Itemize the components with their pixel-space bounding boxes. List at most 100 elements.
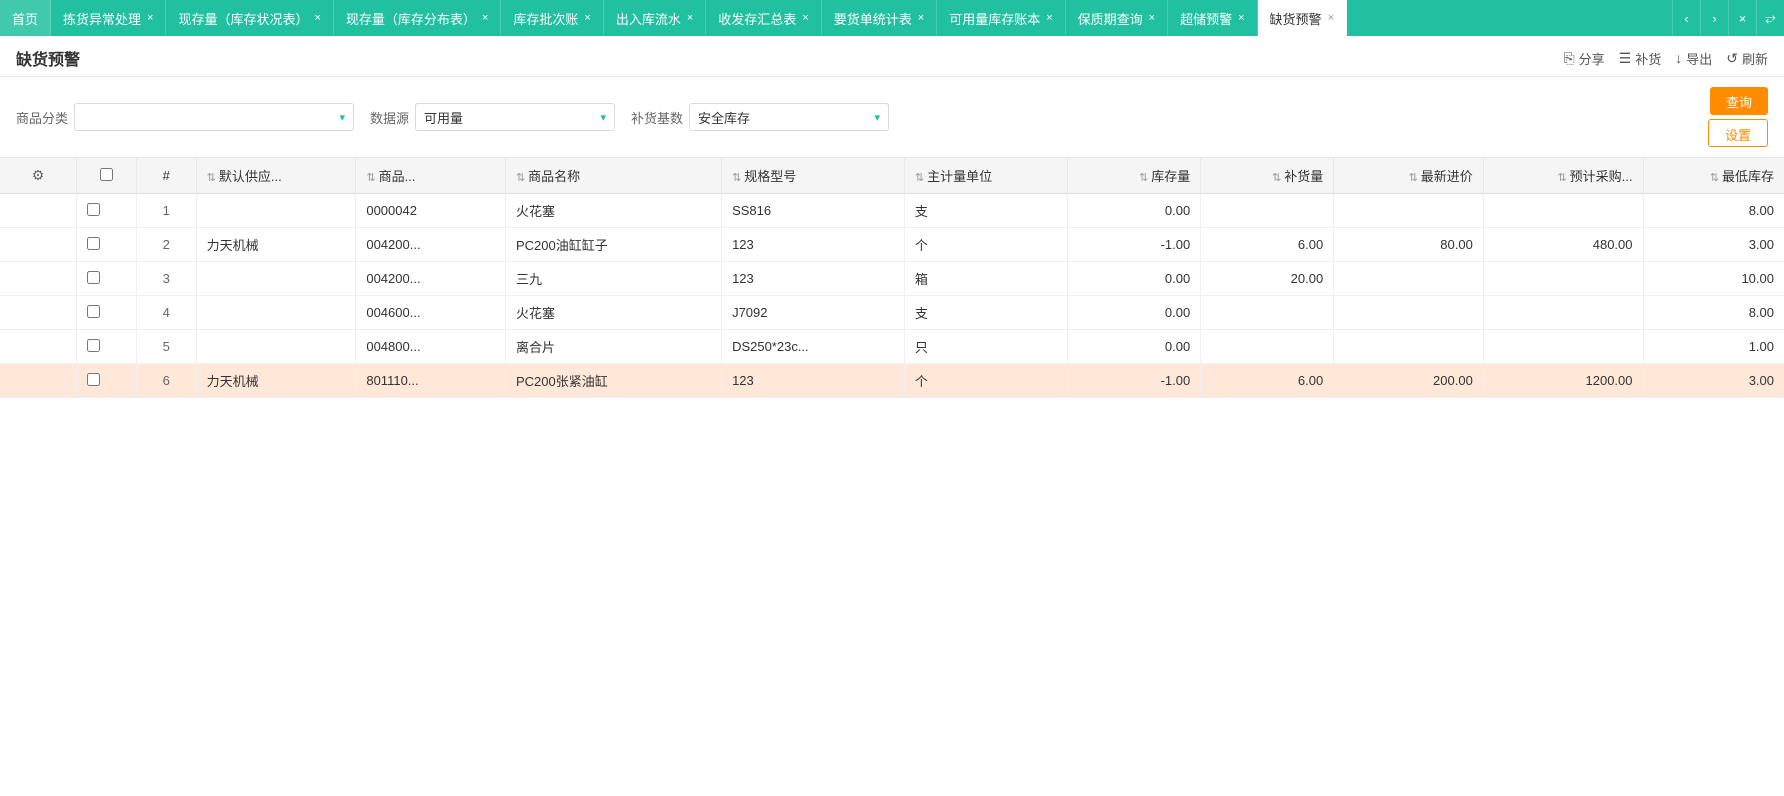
row-checkbox-5[interactable] — [87, 373, 100, 386]
tab-close-7[interactable]: × — [918, 12, 924, 24]
tab-nav-prev[interactable]: ‹ — [1672, 0, 1700, 36]
datasource-filter-group: 数据源 可用量 ▾ — [370, 103, 615, 131]
cell-stock: -1.00 — [1068, 364, 1201, 398]
cell-name: PC200油缸缸子 — [505, 228, 721, 262]
th-estimated-purchase[interactable]: 预计采购... — [1483, 158, 1643, 194]
tab-item-11[interactable]: 缺货预警 × — [1258, 0, 1347, 36]
cell-code: 004200... — [356, 262, 506, 296]
row-checkbox-0[interactable] — [87, 203, 100, 216]
cell-stock: 0.00 — [1068, 296, 1201, 330]
replenish-basis-select[interactable]: 安全库存 ▾ — [689, 103, 889, 131]
replenish-action[interactable]: ☰ 补货 — [1619, 49, 1662, 68]
page-title: 缺货预警 — [16, 46, 80, 70]
th-unit[interactable]: 主计量单位 — [904, 158, 1067, 194]
tab-item-2[interactable]: 现存量（库存状况表）× — [166, 0, 333, 36]
cell-latest-price — [1334, 296, 1484, 330]
tab-close-4[interactable]: × — [584, 12, 590, 24]
tab-item-8[interactable]: 可用量库存账本× — [937, 0, 1065, 36]
replenish-basis-value: 安全库存 — [698, 108, 750, 127]
tab-item-6[interactable]: 收发存汇总表× — [706, 0, 821, 36]
cell-unit: 个 — [904, 364, 1067, 398]
cell-action — [0, 364, 76, 398]
tab-item-0[interactable]: 首页 — [0, 0, 51, 36]
tab-close-9[interactable]: × — [1149, 12, 1155, 24]
tab-close-1[interactable]: × — [147, 12, 153, 24]
cell-num: 6 — [136, 364, 196, 398]
cell-min-stock: 1.00 — [1643, 330, 1784, 364]
cell-code: 004600... — [356, 296, 506, 330]
tab-close-2[interactable]: × — [314, 12, 320, 24]
cell-checkbox — [76, 194, 136, 228]
cell-latest-price: 200.00 — [1334, 364, 1484, 398]
filter-actions: 查询 设置 — [1708, 87, 1768, 147]
gear-icon[interactable]: ⚙ — [32, 167, 45, 183]
tab-item-3[interactable]: 现存量（库存分布表） × — [334, 0, 501, 36]
cell-min-stock: 3.00 — [1643, 228, 1784, 262]
th-gear[interactable]: ⚙ — [0, 158, 76, 194]
th-code[interactable]: 商品... — [356, 158, 506, 194]
export-action[interactable]: ↓ 导出 — [1675, 49, 1712, 68]
th-min-stock[interactable]: 最低库存 — [1643, 158, 1784, 194]
cell-code: 801110... — [356, 364, 506, 398]
cell-supplier: 力天机械 — [196, 364, 356, 398]
main-content: 缺货预警 ⎘ 分享 ☰ 补货 ↓ 导出 ↺ 刷新 商品分类 — [0, 36, 1784, 796]
row-checkbox-3[interactable] — [87, 305, 100, 318]
row-checkbox-1[interactable] — [87, 237, 100, 250]
cell-supplier — [196, 330, 356, 364]
th-supplier[interactable]: 默认供应... — [196, 158, 356, 194]
tab-close-11[interactable]: × — [1328, 12, 1334, 24]
tab-item-7[interactable]: 要货单统计表× — [822, 0, 937, 36]
cell-num: 1 — [136, 194, 196, 228]
tab-item-1[interactable]: 拣货异常处理× — [51, 0, 166, 36]
category-filter-group: 商品分类 ▾ — [16, 103, 354, 131]
tab-close-5[interactable]: × — [687, 12, 693, 24]
cell-num: 3 — [136, 262, 196, 296]
cell-stock: 0.00 — [1068, 330, 1201, 364]
tab-item-10[interactable]: 超储预警× — [1168, 0, 1257, 36]
refresh-icon: ↺ — [1726, 50, 1738, 67]
row-checkbox-2[interactable] — [87, 271, 100, 284]
tab-close-8[interactable]: × — [1046, 12, 1052, 24]
query-button[interactable]: 查询 — [1710, 87, 1768, 115]
cell-replenish: 6.00 — [1201, 364, 1334, 398]
tab-label-11: 缺货预警 — [1270, 9, 1322, 28]
cell-spec: J7092 — [722, 296, 905, 330]
category-select[interactable]: ▾ — [74, 103, 354, 131]
datasource-label: 数据源 — [370, 108, 409, 127]
tab-nav-next[interactable]: › — [1700, 0, 1728, 36]
tab-item-9[interactable]: 保质期查询× — [1066, 0, 1168, 36]
tab-item-5[interactable]: 出入库流水× — [604, 0, 706, 36]
tab-close-10[interactable]: × — [1238, 12, 1244, 24]
table-header-row: ⚙ # 默认供应... 商品... 商品名称 规格型号 主计量单位 库存量 补货… — [0, 158, 1784, 194]
cell-spec: 123 — [722, 228, 905, 262]
filter-bar: 商品分类 ▾ 数据源 可用量 ▾ 补货基数 安全库存 ▾ 查询 设置 — [0, 77, 1784, 158]
select-all-checkbox[interactable] — [100, 168, 113, 181]
tab-close-6[interactable]: × — [802, 12, 808, 24]
th-name[interactable]: 商品名称 — [505, 158, 721, 194]
cell-supplier — [196, 194, 356, 228]
tab-nav-fullscreen[interactable]: ⥂ — [1756, 0, 1784, 36]
cell-min-stock: 3.00 — [1643, 364, 1784, 398]
tab-item-4[interactable]: 库存批次账× — [501, 0, 603, 36]
cell-min-stock: 10.00 — [1643, 262, 1784, 296]
th-stock[interactable]: 库存量 — [1068, 158, 1201, 194]
category-chevron: ▾ — [339, 111, 345, 124]
th-latest-price[interactable]: 最新进价 — [1334, 158, 1484, 194]
datasource-chevron: ▾ — [601, 111, 607, 124]
share-action[interactable]: ⎘ 分享 — [1563, 49, 1604, 68]
th-replenish[interactable]: 补货量 — [1201, 158, 1334, 194]
tab-close-3[interactable]: × — [482, 12, 488, 24]
cell-stock: 0.00 — [1068, 194, 1201, 228]
datasource-select[interactable]: 可用量 ▾ — [415, 103, 615, 131]
th-spec[interactable]: 规格型号 — [722, 158, 905, 194]
replenish-basis-chevron: ▾ — [875, 111, 881, 124]
cell-stock: 0.00 — [1068, 262, 1201, 296]
cell-checkbox — [76, 262, 136, 296]
replenish-basis-label: 补货基数 — [631, 108, 683, 127]
tab-label-3: 现存量（库存分布表） — [346, 9, 476, 28]
cell-code: 0000042 — [356, 194, 506, 228]
settings-button[interactable]: 设置 — [1708, 119, 1768, 147]
tab-nav-close[interactable]: × — [1728, 0, 1756, 36]
row-checkbox-4[interactable] — [87, 339, 100, 352]
refresh-action[interactable]: ↺ 刷新 — [1726, 49, 1768, 68]
